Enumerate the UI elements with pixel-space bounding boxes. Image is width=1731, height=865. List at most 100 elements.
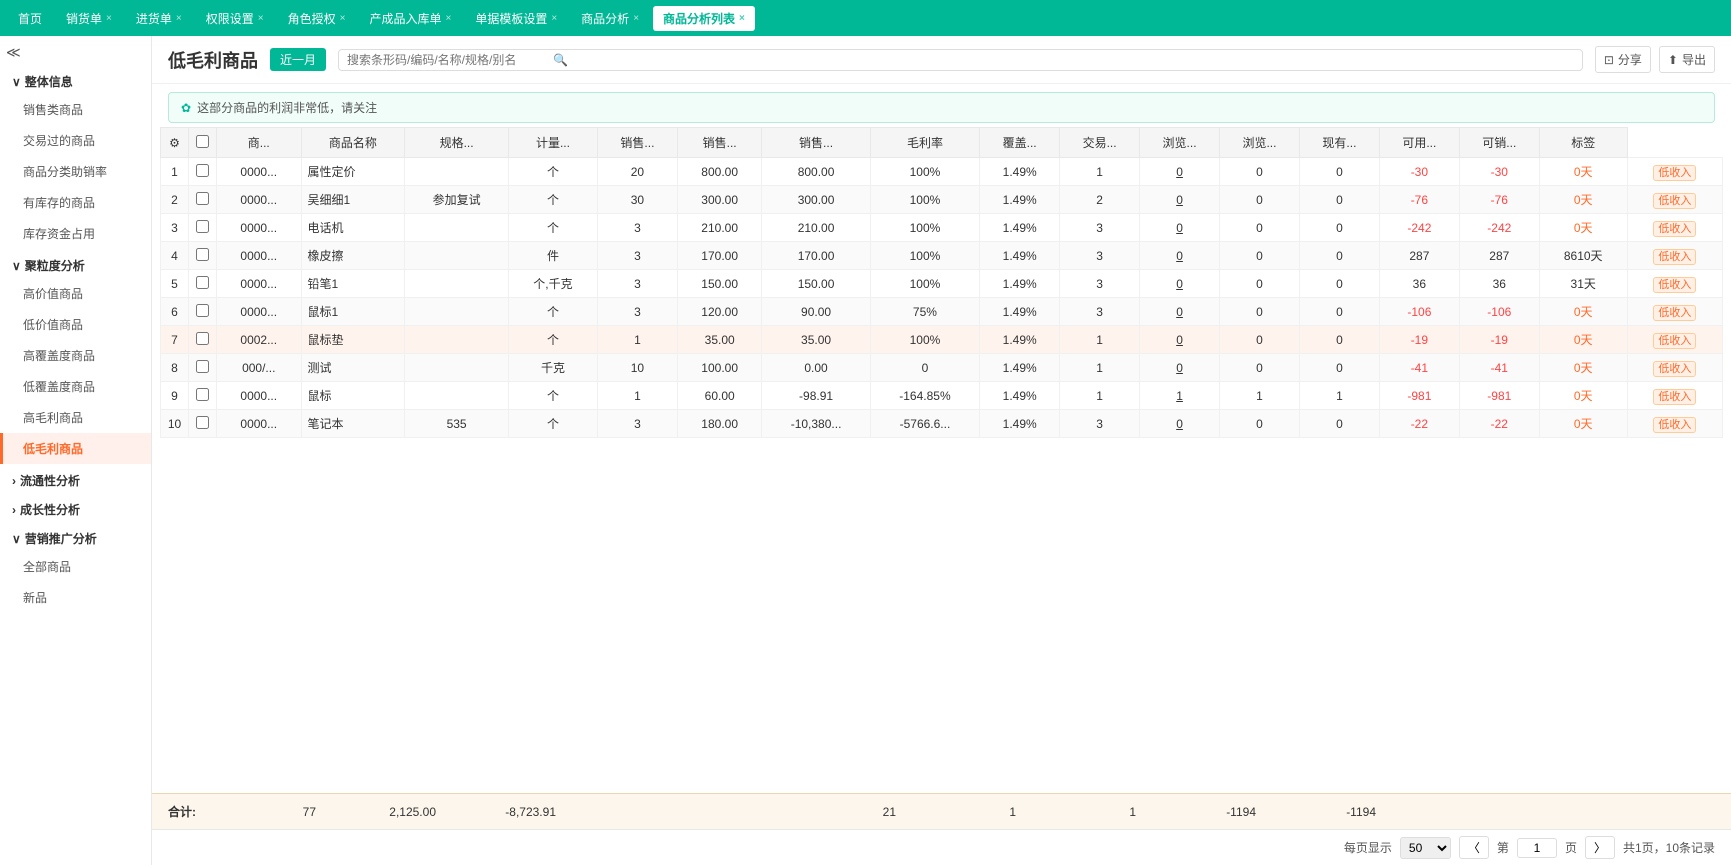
row-checkbox-cell[interactable] <box>189 326 217 354</box>
nav-roles[interactable]: 角色授权 × <box>278 6 356 31</box>
nav-permissions[interactable]: 权限设置 × <box>196 6 274 31</box>
row-trade[interactable]: 0 <box>1140 158 1220 186</box>
sidebar-item-low-coverage[interactable]: 低覆盖度商品 <box>0 371 151 402</box>
row-checkbox[interactable] <box>196 248 209 261</box>
row-trade[interactable]: 0 <box>1140 270 1220 298</box>
sidebar-item-high-profit[interactable]: 高毛利商品 <box>0 402 151 433</box>
row-stock: 287 <box>1379 242 1459 270</box>
row-checkbox[interactable] <box>196 360 209 373</box>
col-spec[interactable]: 规格... <box>405 128 509 158</box>
row-checkbox-cell[interactable] <box>189 410 217 438</box>
row-checkbox[interactable] <box>196 332 209 345</box>
col-browse2[interactable]: 浏览... <box>1220 128 1300 158</box>
col-amount[interactable]: 销售... <box>762 128 870 158</box>
filter-recent-btn[interactable]: 近一月 <box>270 48 326 71</box>
sidebar-item-high-value[interactable]: 高价值商品 <box>0 278 151 309</box>
content-header: 低毛利商品 近一月 🔍 ⊡ 分享 ⬆ 导出 <box>152 36 1731 84</box>
row-checkbox[interactable] <box>196 220 209 233</box>
row-checkbox[interactable] <box>196 416 209 429</box>
nav-sales[interactable]: 销货单 × <box>56 6 122 31</box>
sidebar-item-low-value[interactable]: 低价值商品 <box>0 309 151 340</box>
sidebar-group-circulation[interactable]: › 流通性分析 <box>0 464 151 493</box>
sidebar-item-in-stock[interactable]: 有库存的商品 <box>0 187 151 218</box>
select-all-checkbox[interactable] <box>196 135 209 148</box>
prev-page-btn[interactable]: 〈 <box>1459 836 1489 859</box>
row-checkbox-cell[interactable] <box>189 186 217 214</box>
col-qty[interactable]: 销售... <box>597 128 677 158</box>
close-icon[interactable]: × <box>176 13 182 24</box>
row-amount: 90.00 <box>762 298 870 326</box>
sidebar-item-traded[interactable]: 交易过的商品 <box>0 125 151 156</box>
col-tag[interactable]: 标签 <box>1539 128 1627 158</box>
close-icon[interactable]: × <box>340 13 346 24</box>
row-checkbox-cell[interactable] <box>189 158 217 186</box>
col-coverage[interactable]: 覆盖... <box>980 128 1060 158</box>
search-input[interactable] <box>347 53 547 67</box>
sidebar-item-all-products[interactable]: 全部商品 <box>0 551 151 582</box>
sidebar-item-capital[interactable]: 库存资金占用 <box>0 218 151 249</box>
close-icon[interactable]: × <box>445 13 451 24</box>
row-checkbox-cell[interactable] <box>189 270 217 298</box>
row-checkbox[interactable] <box>196 164 209 177</box>
row-trade[interactable]: 1 <box>1140 382 1220 410</box>
sidebar-item-low-profit[interactable]: 低毛利商品 <box>0 433 151 464</box>
col-browse1[interactable]: 浏览... <box>1140 128 1220 158</box>
sidebar-item-new-products[interactable]: 新品 <box>0 582 151 613</box>
row-checkbox[interactable] <box>196 192 209 205</box>
col-name[interactable]: 商品名称 <box>301 128 405 158</box>
page-number-input[interactable] <box>1517 838 1557 858</box>
row-trade[interactable]: 0 <box>1140 410 1220 438</box>
col-stock[interactable]: 现有... <box>1299 128 1379 158</box>
row-trade[interactable]: 0 <box>1140 354 1220 382</box>
close-icon[interactable]: × <box>633 13 639 24</box>
col-settings[interactable]: ⚙ <box>161 128 189 158</box>
sidebar-item-high-coverage[interactable]: 高覆盖度商品 <box>0 340 151 371</box>
row-browse1: 0 <box>1220 298 1300 326</box>
collapse-icon[interactable]: ≪ <box>6 44 21 61</box>
row-trade[interactable]: 0 <box>1140 298 1220 326</box>
close-icon[interactable]: × <box>106 13 112 24</box>
row-checkbox-cell[interactable] <box>189 214 217 242</box>
nav-products[interactable]: 产成品入库单 × <box>359 6 461 31</box>
sidebar-item-category-rate[interactable]: 商品分类助销率 <box>0 156 151 187</box>
col-unit[interactable]: 计量... <box>508 128 597 158</box>
export-button[interactable]: ⬆ 导出 <box>1659 46 1715 73</box>
close-icon[interactable]: × <box>258 13 264 24</box>
row-checkbox-cell[interactable] <box>189 242 217 270</box>
search-icon[interactable]: 🔍 <box>553 53 568 67</box>
row-trade[interactable]: 0 <box>1140 186 1220 214</box>
nav-home[interactable]: 首页 <box>8 6 52 31</box>
table-container[interactable]: ⚙ 商... 商品名称 规格... 计量... 销售... 销售... 销售..… <box>152 127 1731 793</box>
row-checkbox[interactable] <box>196 304 209 317</box>
share-button[interactable]: ⊡ 分享 <box>1595 46 1651 73</box>
nav-analysis-list[interactable]: 商品分析列表 × <box>653 6 755 31</box>
col-price[interactable]: 销售... <box>677 128 762 158</box>
row-checkbox[interactable] <box>196 388 209 401</box>
row-checkbox-cell[interactable] <box>189 354 217 382</box>
nav-analysis[interactable]: 商品分析 × <box>571 6 649 31</box>
col-code[interactable]: 商... <box>217 128 302 158</box>
col-checkbox[interactable] <box>189 128 217 158</box>
sidebar-group-growth[interactable]: › 成长性分析 <box>0 493 151 522</box>
row-checkbox[interactable] <box>196 276 209 289</box>
close-icon[interactable]: × <box>739 13 745 24</box>
col-gross[interactable]: 毛利率 <box>870 128 979 158</box>
row-checkbox-cell[interactable] <box>189 382 217 410</box>
col-avail[interactable]: 可用... <box>1379 128 1459 158</box>
close-icon[interactable]: × <box>551 13 557 24</box>
row-qty: 3 <box>597 214 677 242</box>
col-days[interactable]: 可销... <box>1459 128 1539 158</box>
row-trade[interactable]: 0 <box>1140 214 1220 242</box>
share-icon: ⊡ <box>1604 53 1614 67</box>
row-trade[interactable]: 0 <box>1140 326 1220 354</box>
row-trade[interactable]: 0 <box>1140 242 1220 270</box>
next-page-btn[interactable]: 〉 <box>1585 836 1615 859</box>
row-cover: 1 <box>1060 326 1140 354</box>
nav-templates[interactable]: 单据模板设置 × <box>465 6 567 31</box>
row-code: 0002... <box>217 326 302 354</box>
per-page-select[interactable]: 50 100 200 <box>1400 837 1451 859</box>
col-trade[interactable]: 交易... <box>1060 128 1140 158</box>
row-checkbox-cell[interactable] <box>189 298 217 326</box>
nav-purchase[interactable]: 进货单 × <box>126 6 192 31</box>
sidebar-item-sales-products[interactable]: 销售类商品 <box>0 94 151 125</box>
